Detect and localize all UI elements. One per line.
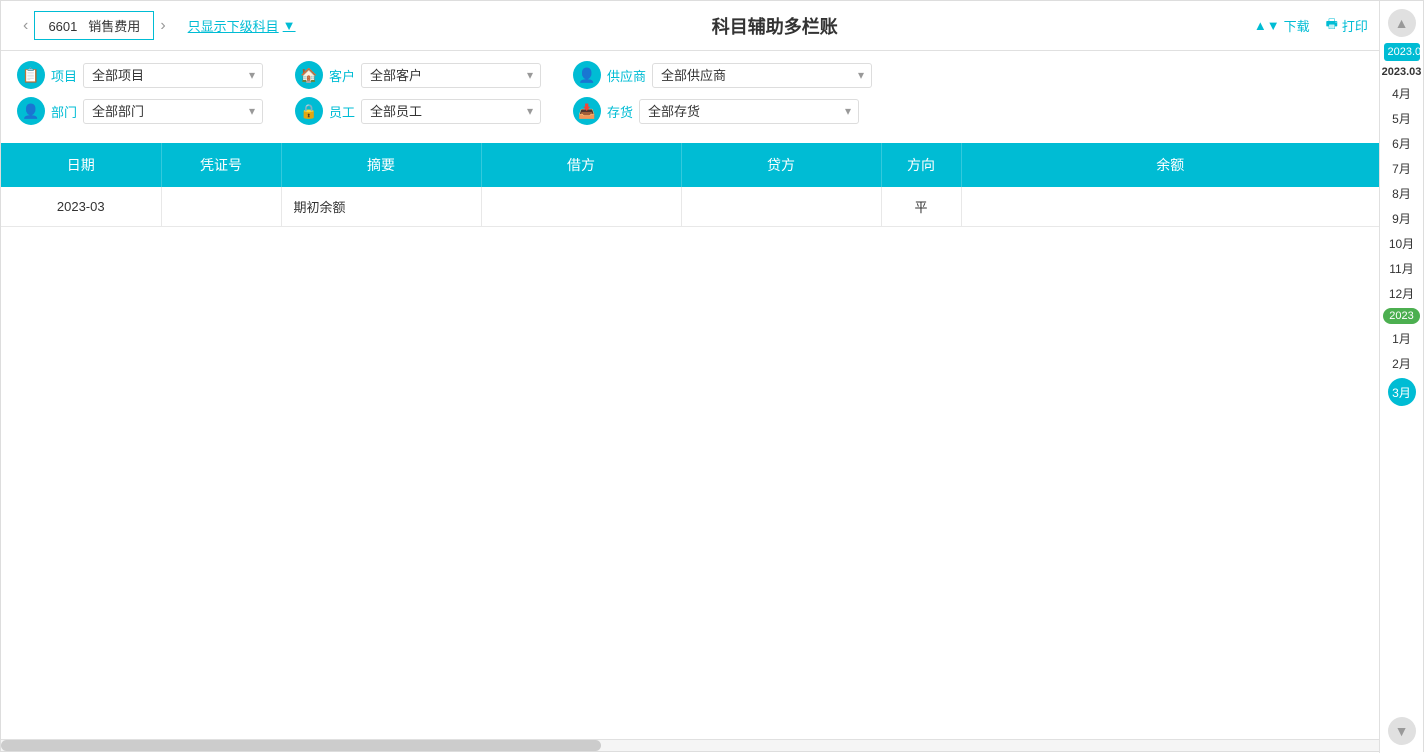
download-icon: ▲▼ <box>1254 18 1280 33</box>
filter-area: 📋 项目 全部项目 🏠 客户 全部客户 👤 供 <box>1 51 1423 143</box>
cell-summary: 期初余额 <box>281 187 481 227</box>
table-header: 日期 凭证号 摘要 借方 贷方 方向 余额 <box>1 143 1379 187</box>
col-summary: 摘要 <box>281 143 481 187</box>
employee-select[interactable]: 全部员工 <box>361 99 541 124</box>
account-label: 6601 销售费用 <box>34 11 154 40</box>
nav-prev-button[interactable]: ‹ <box>17 15 34 37</box>
period-2023-03[interactable]: 2023.03 <box>1380 63 1423 81</box>
filter-supplier: 👤 供应商 全部供应商 <box>573 61 872 89</box>
page-title: 科目辅助多栏账 <box>296 13 1254 39</box>
dept-icon: 👤 <box>17 97 45 125</box>
filter-customer: 🏠 客户 全部客户 <box>295 61 541 89</box>
table-row: 2023-03 期初余额 平 <box>1 187 1379 227</box>
supplier-label: 供应商 <box>607 66 646 85</box>
filter-row-1: 📋 项目 全部项目 🏠 客户 全部客户 👤 供 <box>17 61 1407 89</box>
cell-voucher <box>161 187 281 227</box>
col-balance: 余额 <box>961 143 1379 187</box>
cell-balance <box>961 187 1379 227</box>
month-1[interactable]: 1月 <box>1380 326 1423 351</box>
supplier-icon: 👤 <box>573 61 601 89</box>
filter-row-2: 👤 部门 全部部门 🔒 员工 全部员工 📥 存 <box>17 97 1407 125</box>
month-11[interactable]: 11月 <box>1380 256 1423 281</box>
filter-dept: 👤 部门 全部部门 <box>17 97 263 125</box>
month-9[interactable]: 9月 <box>1380 206 1423 231</box>
main-container: ‹ 6601 销售费用 › 只显示下级科目 ▼ 科目辅助多栏账 ▲▼ 下载 🖶 … <box>0 0 1424 752</box>
month-7[interactable]: 7月 <box>1380 156 1423 181</box>
account-name: 销售费用 <box>88 19 140 34</box>
project-label: 项目 <box>51 66 77 85</box>
month-8[interactable]: 8月 <box>1380 181 1423 206</box>
year-badge-2023[interactable]: 2023 <box>1383 308 1419 324</box>
print-label: 打印 <box>1342 16 1368 35</box>
cell-direction: 平 <box>881 187 961 227</box>
goods-select-wrapper: 全部存货 <box>639 99 859 124</box>
goods-icon: 📥 <box>573 97 601 125</box>
chevron-down-icon: ▼ <box>283 18 296 33</box>
col-date: 日期 <box>1 143 161 187</box>
filter-employee: 🔒 员工 全部员工 <box>295 97 541 125</box>
project-select[interactable]: 全部项目 <box>83 63 263 88</box>
account-code: 6601 <box>48 19 77 34</box>
month-3-active[interactable]: 3月 <box>1388 378 1416 406</box>
month-10[interactable]: 10月 <box>1380 231 1423 256</box>
project-select-wrapper: 全部项目 <box>83 63 263 88</box>
col-debit: 借方 <box>481 143 681 187</box>
download-label: 下载 <box>1284 16 1310 35</box>
supplier-select-wrapper: 全部供应商 <box>652 63 872 88</box>
table-area: 日期 凭证号 摘要 借方 贷方 方向 余额 2023-03 期初余额 平 <box>1 143 1379 227</box>
month-5[interactable]: 5月 <box>1380 106 1423 131</box>
month-4[interactable]: 4月 <box>1380 81 1423 106</box>
employee-select-wrapper: 全部员工 <box>361 99 541 124</box>
period-2023-03-selected[interactable]: 2023.03 <box>1384 43 1420 61</box>
dept-select[interactable]: 全部部门 <box>83 99 263 124</box>
table-body: 2023-03 期初余额 平 <box>1 187 1379 227</box>
col-credit: 贷方 <box>681 143 881 187</box>
print-icon: 🖶 <box>1326 15 1338 37</box>
dept-label: 部门 <box>51 102 77 121</box>
goods-select[interactable]: 全部存货 <box>639 99 859 124</box>
customer-label: 客户 <box>329 66 355 85</box>
supplier-select[interactable]: 全部供应商 <box>652 63 872 88</box>
scrollbar-thumb[interactable] <box>1 740 601 751</box>
sidebar-scroll-down[interactable]: ▼ <box>1388 717 1416 745</box>
dept-select-wrapper: 全部部门 <box>83 99 263 124</box>
right-sidebar: ▲ 2023.03 2023.03 4月 5月 6月 7月 8月 9月 10月 … <box>1379 1 1423 753</box>
nav-next-button[interactable]: › <box>154 15 171 37</box>
cell-date: 2023-03 <box>1 187 161 227</box>
cell-debit <box>481 187 681 227</box>
filter-project: 📋 项目 全部项目 <box>17 61 263 89</box>
customer-icon: 🏠 <box>295 61 323 89</box>
project-icon: 📋 <box>17 61 45 89</box>
employee-icon: 🔒 <box>295 97 323 125</box>
customer-select[interactable]: 全部客户 <box>361 63 541 88</box>
cell-credit <box>681 187 881 227</box>
month-6[interactable]: 6月 <box>1380 131 1423 156</box>
bottom-scrollbar[interactable] <box>1 739 1383 751</box>
customer-select-wrapper: 全部客户 <box>361 63 541 88</box>
employee-label: 员工 <box>329 102 355 121</box>
month-12[interactable]: 12月 <box>1380 281 1423 306</box>
filter-goods: 📥 存货 全部存货 <box>573 97 859 125</box>
data-table: 日期 凭证号 摘要 借方 贷方 方向 余额 2023-03 期初余额 平 <box>1 143 1379 227</box>
sidebar-scroll-up[interactable]: ▲ <box>1388 9 1416 37</box>
col-direction: 方向 <box>881 143 961 187</box>
month-2[interactable]: 2月 <box>1380 351 1423 376</box>
show-sub-label: 只显示下级科目 <box>188 16 279 35</box>
download-button[interactable]: ▲▼ 下载 <box>1254 16 1310 35</box>
goods-label: 存货 <box>607 102 633 121</box>
show-sub-toggle[interactable]: 只显示下级科目 ▼ <box>188 16 296 35</box>
col-voucher: 凭证号 <box>161 143 281 187</box>
print-button[interactable]: 🖶 打印 <box>1326 15 1368 37</box>
header: ‹ 6601 销售费用 › 只显示下级科目 ▼ 科目辅助多栏账 ▲▼ 下载 🖶 … <box>1 1 1423 51</box>
